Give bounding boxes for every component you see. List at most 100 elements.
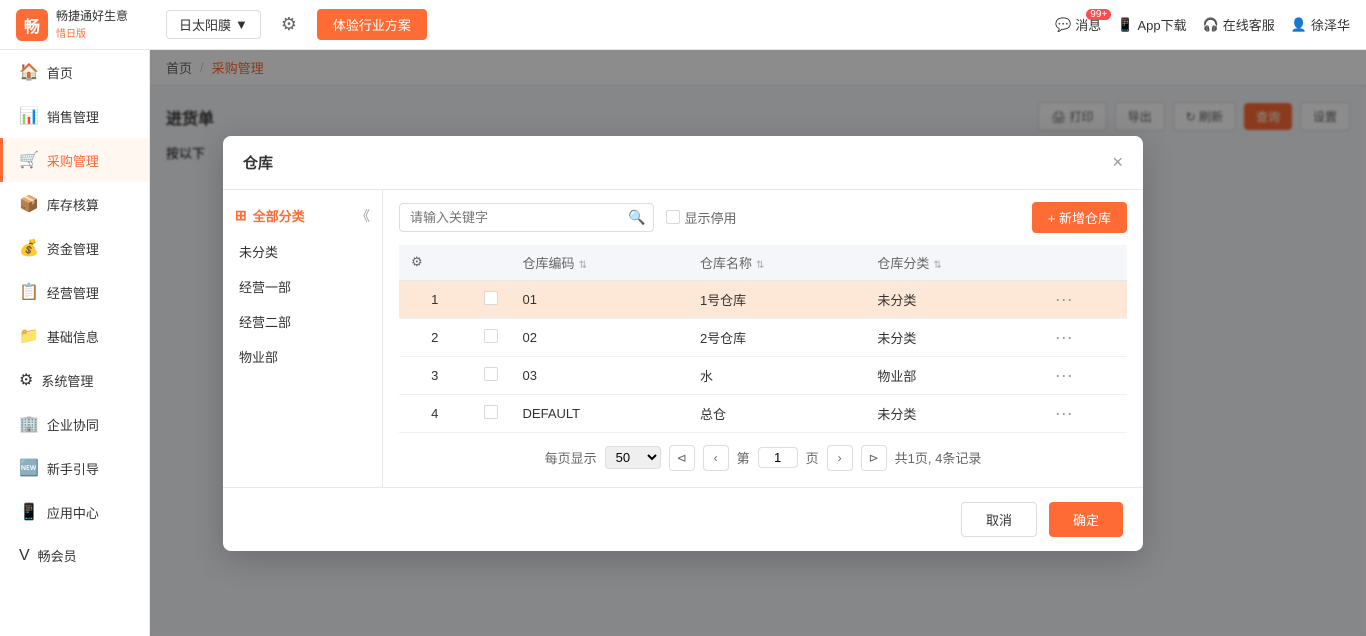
modal-overlay: 仓库 × ⊞ 全部分类 《 未分类 — [150, 50, 1366, 636]
sidebar-item-corp[interactable]: 🏢 企业协同 — [0, 402, 149, 446]
logo-icon: 畅 — [16, 9, 48, 41]
modal-close-button[interactable]: × — [1112, 153, 1123, 171]
row-checkbox-cell[interactable] — [471, 356, 511, 394]
clipboard-icon: 📋 — [19, 282, 39, 302]
col-name-header: 仓库名称⇅ — [688, 245, 865, 281]
vip-icon: V — [19, 547, 30, 565]
table-row[interactable]: 4 DEFAULT 总仓 未分类 ··· — [399, 394, 1127, 432]
add-warehouse-button[interactable]: + 新增仓库 — [1032, 202, 1127, 233]
modal-title: 仓库 — [243, 152, 273, 173]
row-checkbox[interactable] — [484, 405, 498, 419]
new-icon: 🆕 — [19, 458, 39, 478]
row-checkbox-cell[interactable] — [471, 280, 511, 318]
row-action-button[interactable]: ··· — [1055, 365, 1073, 386]
grid-icon: ⊞ — [235, 207, 247, 224]
sidebar-label-operation: 经营管理 — [47, 283, 99, 302]
app-download-item[interactable]: 📱 App下载 — [1117, 15, 1186, 34]
content-area: 首页 / 采购管理 进货单 🖨 打印 导出 ↻ 刷新 查询 设置 按以下 — [150, 50, 1366, 636]
sidebar-label-base: 基础信息 — [47, 327, 99, 346]
sidebar-label-member: 畅会员 — [38, 546, 77, 565]
category-item-unclassified[interactable]: 未分类 — [223, 234, 382, 269]
sidebar-item-sales[interactable]: 📊 销售管理 — [0, 94, 149, 138]
sidebar-item-operation[interactable]: 📋 经营管理 — [0, 270, 149, 314]
row-num: 2 — [399, 318, 471, 356]
sidebar-item-system[interactable]: ⚙ 系统管理 — [0, 358, 149, 402]
settings-button[interactable]: ⚙ — [273, 9, 305, 41]
sidebar-item-purchase[interactable]: 🛒 采购管理 — [0, 138, 149, 182]
message-item[interactable]: 💬 消息 99+ — [1055, 15, 1101, 34]
avatar: 👤 — [1291, 17, 1307, 33]
headset-icon: 🎧 — [1203, 17, 1219, 33]
row-code: DEFAULT — [511, 394, 688, 432]
first-page-button[interactable]: ⊲ — [669, 445, 695, 471]
sidebar-item-stock[interactable]: 📦 库存核算 — [0, 182, 149, 226]
row-checkbox-cell[interactable] — [471, 318, 511, 356]
row-action: ··· — [1043, 394, 1127, 432]
home-icon: 🏠 — [19, 62, 39, 82]
table-panel: 🔍 显示停用 + 新增仓库 — [383, 190, 1143, 487]
row-name: 水 — [688, 356, 865, 394]
search-input[interactable] — [400, 205, 620, 230]
logo-sub: 惜日版 — [56, 25, 128, 40]
row-num: 3 — [399, 356, 471, 394]
row-num: 1 — [399, 280, 471, 318]
building-icon: 🏢 — [19, 414, 39, 434]
topbar: 畅 畅捷通好生意 惜日版 日太阳膜 ▼ ⚙ 体验行业方案 💬 消息 99+ 📱 … — [0, 0, 1366, 50]
warehouse-table: ⚙ 仓库编码⇅ 仓库名称⇅ 仓库分类⇅ 1 — [399, 245, 1127, 433]
row-checkbox[interactable] — [484, 329, 498, 343]
company-select[interactable]: 日太阳膜 ▼ — [166, 10, 261, 39]
prev-page-button[interactable]: ‹ — [703, 445, 729, 471]
app-label: App下载 — [1137, 15, 1186, 34]
sidebar-item-home[interactable]: 🏠 首页 — [0, 50, 149, 94]
category-item-property[interactable]: 物业部 — [223, 339, 382, 374]
sidebar-label-sales: 销售管理 — [47, 107, 99, 126]
row-checkbox-cell[interactable] — [471, 394, 511, 432]
modal-header: 仓库 × — [223, 136, 1143, 190]
last-page-button[interactable]: ⊳ — [861, 445, 887, 471]
cart-icon: 🛒 — [19, 150, 39, 170]
show-disabled-label[interactable]: 显示停用 — [666, 208, 736, 227]
row-code: 01 — [511, 280, 688, 318]
col-category-header: 仓库分类⇅ — [865, 245, 1042, 281]
category-item-ops2[interactable]: 经营二部 — [223, 304, 382, 339]
service-label: 在线客服 — [1223, 15, 1275, 34]
row-action: ··· — [1043, 280, 1127, 318]
show-disabled-checkbox[interactable] — [666, 210, 680, 224]
online-service-item[interactable]: 🎧 在线客服 — [1203, 15, 1275, 34]
user-item[interactable]: 👤 徐泽华 — [1291, 15, 1350, 34]
table-row[interactable]: 2 02 2号仓库 未分类 ··· — [399, 318, 1127, 356]
confirm-button[interactable]: 确定 — [1049, 502, 1123, 537]
per-page-select[interactable]: 50 100 200 — [605, 446, 661, 469]
row-category: 未分类 — [865, 394, 1042, 432]
collapse-icon[interactable]: 《 — [356, 206, 370, 226]
category-all[interactable]: ⊞ 全部分类 — [235, 206, 305, 225]
logo-area: 畅 畅捷通好生意 惜日版 — [16, 9, 166, 41]
page-number-input[interactable] — [758, 447, 798, 468]
page-label: 第 — [737, 448, 750, 467]
col-settings-header[interactable]: ⚙ — [399, 245, 471, 281]
row-action-button[interactable]: ··· — [1055, 327, 1073, 348]
next-page-button[interactable]: › — [827, 445, 853, 471]
box-icon: 📦 — [19, 194, 39, 214]
row-checkbox[interactable] — [484, 291, 498, 305]
topbar-middle: 日太阳膜 ▼ ⚙ 体验行业方案 — [166, 9, 1055, 41]
sidebar-item-finance[interactable]: 💰 资金管理 — [0, 226, 149, 270]
category-item-ops1[interactable]: 经营一部 — [223, 269, 382, 304]
search-icon[interactable]: 🔍 — [620, 204, 653, 231]
table-row[interactable]: 1 01 1号仓库 未分类 ··· — [399, 280, 1127, 318]
sidebar-item-member[interactable]: V 畅会员 — [0, 534, 149, 577]
sidebar-item-base[interactable]: 📁 基础信息 — [0, 314, 149, 358]
sidebar-item-apps[interactable]: 📱 应用中心 — [0, 490, 149, 534]
row-action-button[interactable]: ··· — [1055, 403, 1073, 424]
company-name: 日太阳膜 — [179, 15, 231, 34]
cancel-button[interactable]: 取消 — [961, 502, 1037, 537]
sidebar-item-guide[interactable]: 🆕 新手引导 — [0, 446, 149, 490]
row-checkbox[interactable] — [484, 367, 498, 381]
modal-body: ⊞ 全部分类 《 未分类 经营一部 经营二部 物业部 — [223, 190, 1143, 487]
mobile-icon: 📱 — [19, 502, 39, 522]
row-code: 02 — [511, 318, 688, 356]
trial-button[interactable]: 体验行业方案 — [317, 9, 427, 40]
row-action-button[interactable]: ··· — [1055, 289, 1073, 310]
table-row[interactable]: 3 03 水 物业部 ··· — [399, 356, 1127, 394]
table-toolbar: 🔍 显示停用 + 新增仓库 — [399, 202, 1127, 233]
